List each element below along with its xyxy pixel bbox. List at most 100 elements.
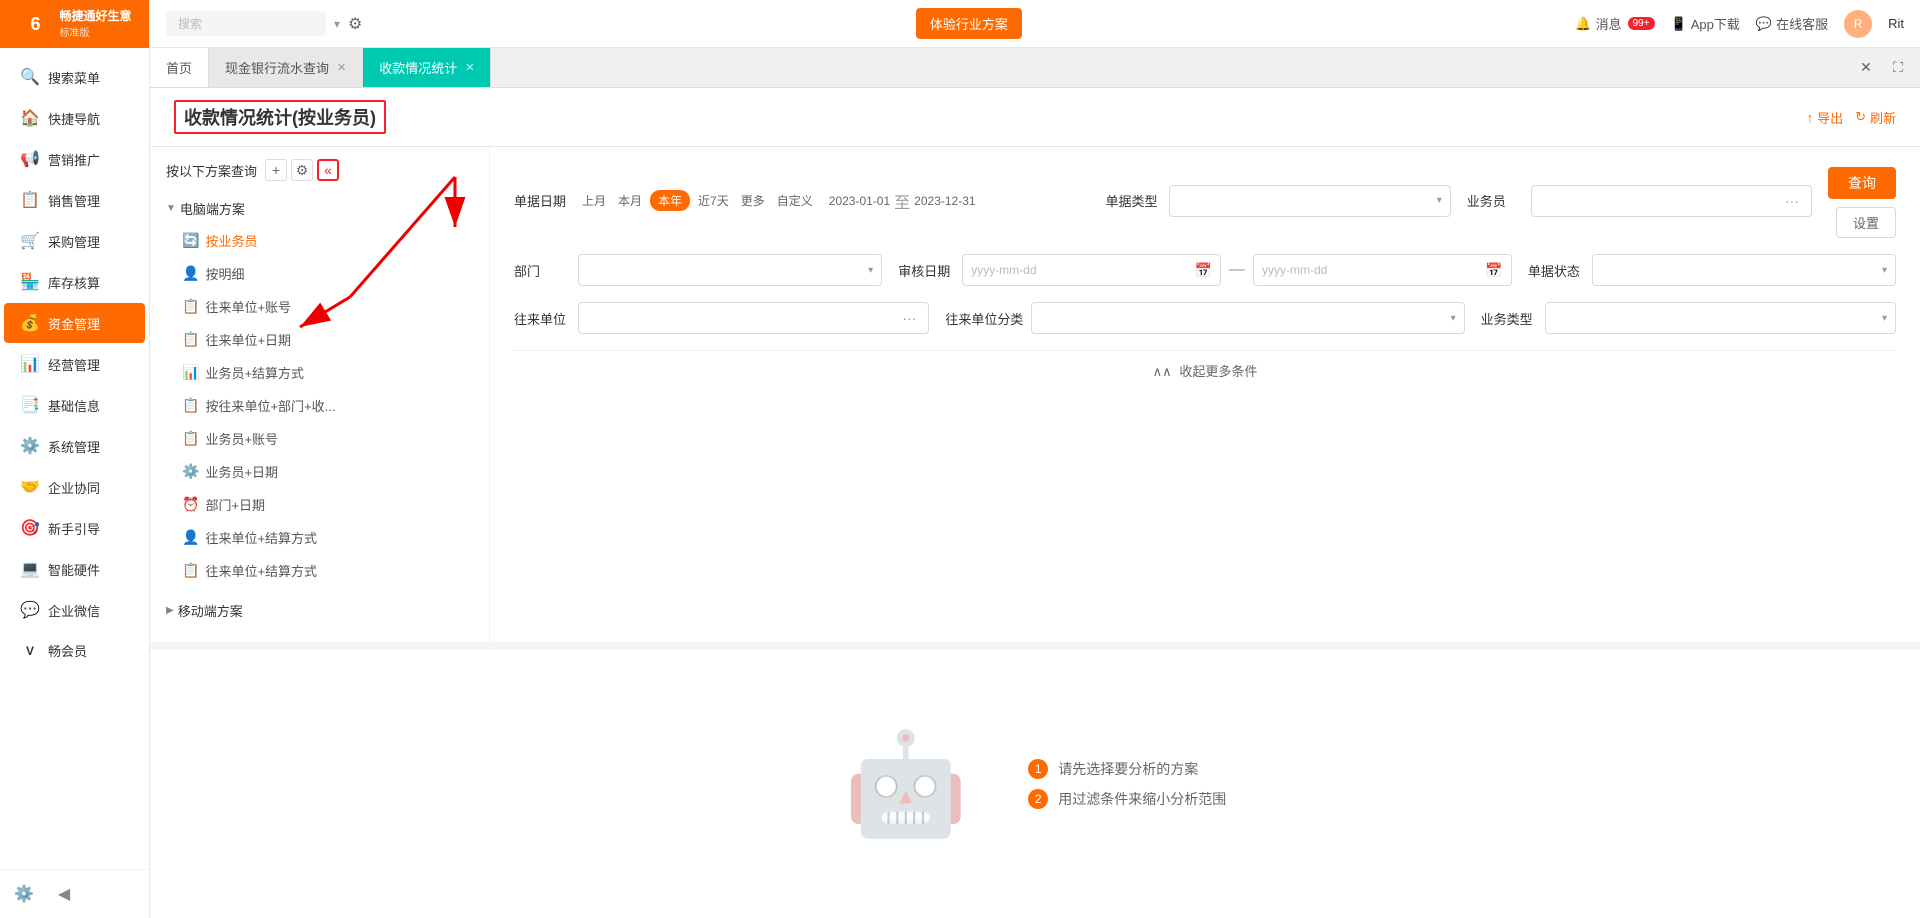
settings-bottom-btn[interactable]: ⚙️ <box>8 878 40 910</box>
calendar-from-icon[interactable]: 📅 <box>1195 262 1212 279</box>
trial-btn[interactable]: 体验行业方案 <box>916 8 1022 39</box>
scheme-settings-btn[interactable]: ⚙ <box>291 159 313 181</box>
app-download-label: App下载 <box>1691 14 1740 33</box>
scheme-item-salesman-account[interactable]: 📋 业务员+账号 <box>150 422 489 455</box>
sidebar-item-quick-nav[interactable]: 🏠 快捷导航 <box>4 98 145 138</box>
online-service-label: 在线客服 <box>1776 14 1828 33</box>
tab-collection-close[interactable]: ✕ <box>465 61 474 74</box>
shortcut-7days[interactable]: 近7天 <box>694 190 733 211</box>
scheme-item-partner-account[interactable]: 📋 往来单位+账号 <box>150 290 489 323</box>
date-range-separator: 至 <box>894 189 910 213</box>
download-icon: 📱 <box>1671 16 1687 32</box>
query-btn[interactable]: 查询 <box>1828 167 1896 199</box>
scheme-item-salesman-date[interactable]: ⚙️ 业务员+日期 <box>150 455 489 488</box>
topbar: 搜索 ▾ ⚙ 体验行业方案 🔔 消息 99+ 📱 App下载 💬 在线客服 R <box>150 0 1920 48</box>
sidebar-item-operations[interactable]: 📊 经营管理 <box>4 344 145 384</box>
review-date-from[interactable]: yyyy-mm-dd 📅 <box>962 254 1221 286</box>
shortcut-this-month[interactable]: 本月 <box>614 190 646 211</box>
notifications-btn[interactable]: 🔔 消息 99+ <box>1575 14 1654 33</box>
sidebar-item-newbie[interactable]: 🎯 新手引导 <box>4 508 145 548</box>
tab-collection[interactable]: 收款情况统计 ✕ <box>363 48 491 87</box>
scheme-header-icons: + ⚙ « <box>265 159 339 181</box>
maximize-btn[interactable]: ⛶ <box>1884 54 1912 82</box>
sidebar-item-hardware[interactable]: 💻 智能硬件 <box>4 549 145 589</box>
bill-status-arrow: ▾ <box>1882 265 1887 276</box>
user-avatar[interactable]: R <box>1844 10 1872 38</box>
shortcut-this-year[interactable]: 本年 <box>650 190 690 211</box>
scheme-item-by-detail[interactable]: 👤 按明细 <box>150 257 489 290</box>
sidebar-item-basic-info[interactable]: 📑 基础信息 <box>4 385 145 425</box>
scheme-partner-settle1-icon: 👤 <box>182 529 199 546</box>
tab-home[interactable]: 首页 <box>150 48 209 87</box>
sidebar-item-marketing[interactable]: 📢 营销推广 <box>4 139 145 179</box>
scheme-item-dept-date[interactable]: ⏰ 部门+日期 <box>150 488 489 521</box>
bill-status-select[interactable]: ▾ <box>1592 254 1896 286</box>
step1-num: 1 <box>1028 759 1048 779</box>
scheme-desktop-label: 电脑端方案 <box>180 199 245 218</box>
partner-select[interactable]: ··· <box>578 302 929 334</box>
shortcut-more[interactable]: 更多 <box>737 190 769 211</box>
salesman-field: 业务员 ··· <box>1467 185 1812 217</box>
topbar-dropdown-arrow[interactable]: ▾ <box>334 17 340 31</box>
tab-home-label: 首页 <box>166 58 192 77</box>
biz-type-select[interactable]: ▾ <box>1545 302 1896 334</box>
export-btn[interactable]: ↑ 导出 <box>1807 108 1844 127</box>
scheme-salesman-date-label: 业务员+日期 <box>205 462 278 481</box>
scheme-item-partner-settle1[interactable]: 👤 往来单位+结算方式 <box>150 521 489 554</box>
app-download-btn[interactable]: 📱 App下载 <box>1671 14 1740 33</box>
dept-label: 部门 <box>514 261 570 280</box>
partner-category-select[interactable]: ▾ <box>1031 302 1464 334</box>
close-window-btn[interactable]: ✕ <box>1852 54 1880 82</box>
scheme-dept-date-label: 部门+日期 <box>205 495 265 514</box>
sidebar-item-purchase[interactable]: 🛒 采购管理 <box>4 221 145 261</box>
online-service-btn[interactable]: 💬 在线客服 <box>1756 14 1828 33</box>
refresh-btn[interactable]: ↻ 刷新 <box>1855 108 1896 127</box>
scheme-item-partner-date[interactable]: 📋 往来单位+日期 <box>150 323 489 356</box>
filter-panel: 按以下方案查询 + ⚙ « <box>150 147 1920 642</box>
page-header: 收款情况统计(按业务员) ↑ 导出 ↻ 刷新 <box>150 88 1920 147</box>
biz-type-field: 业务类型 ▾ <box>1481 302 1896 334</box>
collapse-bar[interactable]: ∧∧ 收起更多条件 <box>514 350 1896 390</box>
scheme-item-by-salesman[interactable]: 🔄 按业务员 <box>150 224 489 257</box>
sidebar-item-inventory[interactable]: 🏪 库存核算 <box>4 262 145 302</box>
scheme-add-btn[interactable]: + <box>265 159 287 181</box>
sidebar-item-search-menu[interactable]: 🔍 搜索菜单 <box>4 57 145 97</box>
scheme-mobile-header[interactable]: ▶ 移动端方案 <box>150 595 489 626</box>
scheme-detail-label: 按明细 <box>205 264 244 283</box>
calendar-to-icon[interactable]: 📅 <box>1485 262 1502 279</box>
tab-bank-close[interactable]: ✕ <box>337 61 346 74</box>
scheme-collapse-btn[interactable]: « <box>317 159 339 181</box>
notifications-label: 消息 <box>1596 14 1622 33</box>
basic-info-icon: 📑 <box>20 395 40 415</box>
sidebar-item-sales[interactable]: 📋 销售管理 <box>4 180 145 220</box>
bill-status-label: 单据状态 <box>1528 261 1584 280</box>
salesman-select[interactable]: ··· <box>1531 185 1812 217</box>
step1-label: 请先选择要分析的方案 <box>1058 759 1198 779</box>
empty-steps: 1 请先选择要分析的方案 2 用过滤条件来缩小分析范围 <box>1028 759 1226 809</box>
sidebar-item-member[interactable]: V 畅会员 <box>4 631 145 670</box>
logo-area: 6 畅捷通好生意 标准版 <box>0 0 149 48</box>
section-expand-arrow: ▼ <box>166 203 176 214</box>
salesman-dots[interactable]: ··· <box>1785 193 1799 209</box>
scheme-desktop-header[interactable]: ▼ 电脑端方案 <box>150 193 489 224</box>
partner-field: 往来单位 ··· <box>514 302 929 334</box>
add-icon: + <box>272 162 280 178</box>
filter-row-3: 往来单位 ··· 往来单位分类 ▾ <box>514 302 1896 334</box>
sidebar-item-system[interactable]: ⚙️ 系统管理 <box>4 426 145 466</box>
sidebar-item-finance[interactable]: 💰 资金管理 <box>4 303 145 343</box>
topbar-gear-icon[interactable]: ⚙ <box>348 14 362 34</box>
tab-bank[interactable]: 现金银行流水查询 ✕ <box>209 48 363 87</box>
dept-select[interactable]: ▾ <box>578 254 882 286</box>
sidebar-item-enterprise[interactable]: 🤝 企业协同 <box>4 467 145 507</box>
partner-dots[interactable]: ··· <box>902 310 916 326</box>
shortcut-last-month[interactable]: 上月 <box>578 190 610 211</box>
shortcut-custom[interactable]: 自定义 <box>773 190 817 211</box>
scheme-item-partner-settle2[interactable]: 📋 往来单位+结算方式 <box>150 554 489 587</box>
scheme-item-partner-dept[interactable]: 📋 按往来单位+部门+收... <box>150 389 489 422</box>
settings-btn[interactable]: 设置 <box>1836 207 1896 238</box>
collapse-sidebar-btn[interactable]: ◀ <box>48 878 80 910</box>
review-date-to[interactable]: yyyy-mm-dd 📅 <box>1253 254 1512 286</box>
bill-type-select[interactable]: ▾ <box>1169 185 1450 217</box>
sidebar-item-wechat[interactable]: 💬 企业微信 <box>4 590 145 630</box>
scheme-item-salesman-settlement[interactable]: 📊 业务员+结算方式 <box>150 356 489 389</box>
